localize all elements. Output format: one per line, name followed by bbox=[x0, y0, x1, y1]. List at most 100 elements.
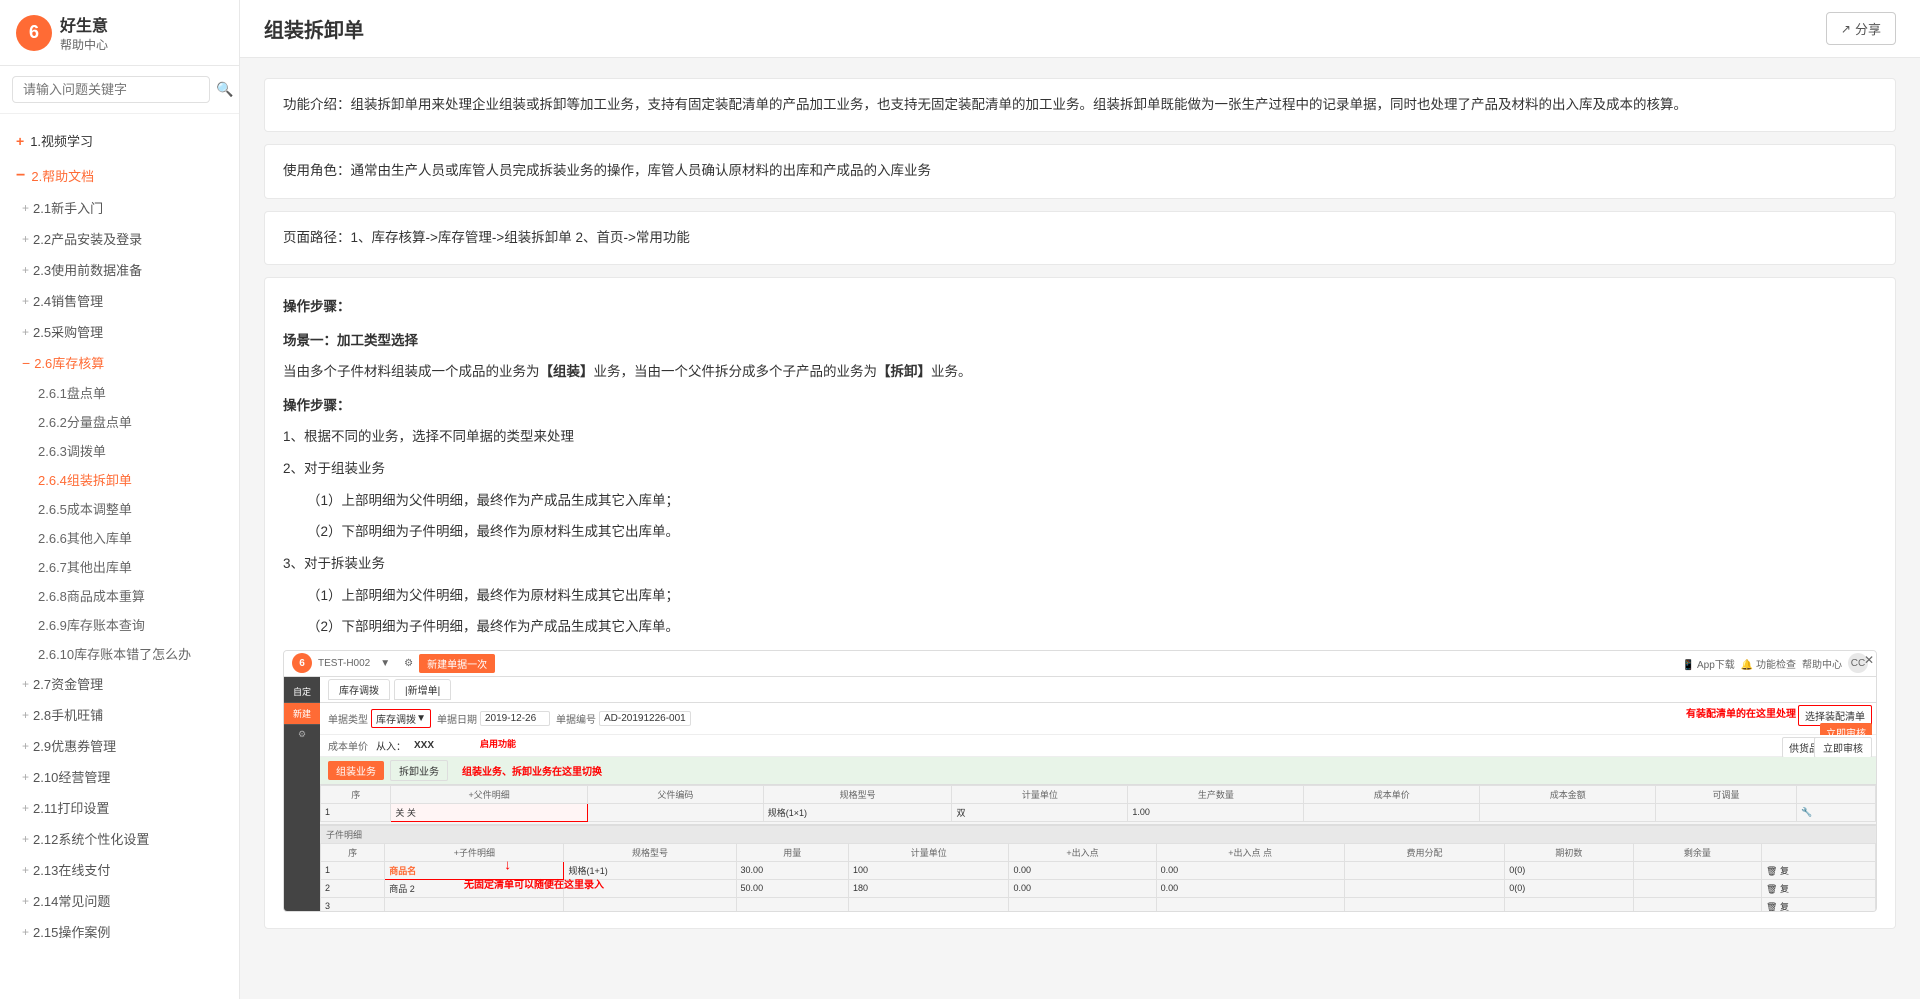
sidebar-item-stock-error[interactable]: 2.6.10库存账本错了怎么办 bbox=[0, 639, 239, 668]
mock-close-btn[interactable]: ✕ bbox=[1864, 653, 1874, 667]
nav-sub-2-4: + 2.4销售管理 bbox=[0, 285, 239, 316]
mock-sub-table: 序 +子件明细 规格型号 用量 计量单位 +出入点 +出入点 点 bbox=[320, 843, 1876, 911]
plus-icon-2-7: + bbox=[22, 677, 29, 691]
app-title: 好生意 bbox=[60, 12, 108, 36]
section-2-label: 2.帮助文档 bbox=[31, 166, 94, 185]
mock-app-name: TEST-H002 bbox=[318, 658, 370, 669]
path-text: 页面路径：1、库存核算->库存管理->组装拆卸单 2、首页->常用功能 bbox=[283, 230, 690, 245]
step-3-2: （2）下部明细为子件明细，最终作为产成品生成其它入库单。 bbox=[283, 614, 1877, 640]
plus-icon-2-2: + bbox=[22, 232, 29, 246]
nav-sub-2-5: + 2.5采购管理 bbox=[0, 316, 239, 347]
sidebar-item-purchase[interactable]: + 2.5采购管理 bbox=[0, 316, 239, 347]
sidebar-item-coupon[interactable]: + 2.9优惠券管理 bbox=[0, 730, 239, 761]
content-area: 功能介绍：组装拆卸单用来处理企业组装或拆卸等加工业务，支持有固定装配清单的产品加… bbox=[240, 58, 1920, 999]
sidebar-item-mobile[interactable]: + 2.8手机旺铺 bbox=[0, 699, 239, 730]
sidebar-item-print[interactable]: + 2.11打印设置 bbox=[0, 792, 239, 823]
sidebar-item-management[interactable]: + 2.10经营管理 bbox=[0, 761, 239, 792]
sidebar-item-install[interactable]: + 2.2产品安装及登录 bbox=[0, 223, 239, 254]
step-2-1: （1）上部明细为父件明细，最终作为产成品生成其它入库单； bbox=[283, 488, 1877, 514]
search-bar: 🔍 bbox=[0, 66, 239, 114]
sidebar-item-cases[interactable]: + 2.15操作案例 bbox=[0, 916, 239, 947]
nav-sub-2-14: + 2.14常见问题 bbox=[0, 885, 239, 916]
nav-sub-2-2: + 2.2产品安装及登录 bbox=[0, 223, 239, 254]
nav-sub-2-6: − 2.6库存核算 2.6.1盘点单 2.6.2分量盘点单 2.6.3调拨单 2… bbox=[0, 347, 239, 668]
mock-date-input[interactable]: 2019-12-26 bbox=[480, 711, 550, 726]
mock-disassembly-btn[interactable]: 拆卸业务 bbox=[390, 760, 448, 781]
sidebar-item-stock-book[interactable]: 2.6.9库存账本查询 bbox=[0, 610, 239, 639]
plus-icon-2-8: + bbox=[22, 708, 29, 722]
sidebar-item-inventory[interactable]: − 2.6库存核算 bbox=[0, 347, 239, 378]
nav-sub-2-9: + 2.9优惠券管理 bbox=[0, 730, 239, 761]
plus-icon-2-4: + bbox=[22, 294, 29, 308]
sidebar-item-stocktake[interactable]: 2.6.1盘点单 bbox=[0, 378, 239, 407]
top-bar: 组装拆卸单 ↗ 分享 bbox=[240, 0, 1920, 58]
search-icon[interactable]: 🔍 bbox=[216, 81, 233, 98]
sidebar-item-other-out[interactable]: 2.6.7其他出库单 bbox=[0, 552, 239, 581]
mock-table: 序 +父件明细 父件编码 规格型号 计量单位 生产数量 成本单价 bbox=[320, 785, 1876, 822]
sidebar-item-videos[interactable]: + 1.视频学习 bbox=[0, 124, 239, 157]
intro-text: 功能介绍：组装拆卸单用来处理企业组装或拆卸等加工业务，支持有固定装配清单的产品加… bbox=[283, 97, 1687, 112]
mock-bill-no-input[interactable]: AD-20191226-001 bbox=[599, 711, 691, 726]
nav-sub-2-3: + 2.3使用前数据准备 bbox=[0, 254, 239, 285]
sidebar: 6 好生意 帮助中心 🔍 + 1.视频学习 − 2.帮助文档 bbox=[0, 0, 240, 999]
search-input[interactable] bbox=[12, 76, 210, 103]
expand-icon-1: + bbox=[16, 133, 24, 149]
mock-save-btn[interactable]: 立即审核 bbox=[1814, 737, 1872, 758]
sidebar-item-personalize[interactable]: + 2.12系统个性化设置 bbox=[0, 823, 239, 854]
nav-sub-2-10: + 2.10经营管理 bbox=[0, 761, 239, 792]
sidebar-item-data-prep[interactable]: + 2.3使用前数据准备 bbox=[0, 254, 239, 285]
plus-icon-2-5: + bbox=[22, 325, 29, 339]
sidebar-item-faq[interactable]: + 2.14常见问题 bbox=[0, 885, 239, 916]
sidebar-item-cost-adjust[interactable]: 2.6.5成本调整单 bbox=[0, 494, 239, 523]
sidebar-item-help-docs[interactable]: − 2.帮助文档 bbox=[0, 159, 239, 192]
sidebar-item-assembly[interactable]: 2.6.4组装拆卸单 bbox=[0, 465, 239, 494]
app-logo: 6 bbox=[16, 15, 52, 51]
screenshot-inner: 6 TEST-H002 ▼ ⚙ 新建单据一次 📱 App下载 🔔 功能检查 帮助… bbox=[284, 651, 1876, 911]
step-1: 1、根据不同的业务，选择不同单据的类型来处理 bbox=[283, 424, 1877, 450]
steps-title: 操作步骤： bbox=[283, 294, 1877, 320]
nav-sub-2-12: + 2.12系统个性化设置 bbox=[0, 823, 239, 854]
plus-icon-2-3: + bbox=[22, 263, 29, 277]
role-text: 使用角色：通常由生产人员或库管人员完成拆装业务的操作，库管人员确认原材料的出库和… bbox=[283, 163, 931, 178]
sidebar-item-beginner[interactable]: + 2.1新手入门 bbox=[0, 192, 239, 223]
mock-assembly-btn[interactable]: 组装业务 bbox=[328, 761, 384, 780]
sidebar-item-partial-stocktake[interactable]: 2.6.2分量盘点单 bbox=[0, 407, 239, 436]
sidebar-item-other-in[interactable]: 2.6.6其他入库单 bbox=[0, 523, 239, 552]
nav-section-1: + 1.视频学习 bbox=[0, 124, 239, 157]
intro-block: 功能介绍：组装拆卸单用来处理企业组装或拆卸等加工业务，支持有固定装配清单的产品加… bbox=[264, 78, 1896, 132]
nav-sub-2-7: + 2.7资金管理 bbox=[0, 668, 239, 699]
sidebar-item-transfer[interactable]: 2.6.3调拨单 bbox=[0, 436, 239, 465]
nav-section-2: − 2.帮助文档 + 2.1新手入门 + 2.2产品安装及登录 bbox=[0, 159, 239, 947]
section-2-children: + 2.1新手入门 + 2.2产品安装及登录 + 2.3使用前数据准备 bbox=[0, 192, 239, 947]
plus-icon-2-12: + bbox=[22, 832, 29, 846]
nav-sub-2-8: + 2.8手机旺铺 bbox=[0, 699, 239, 730]
sidebar-item-payment[interactable]: + 2.13在线支付 bbox=[0, 854, 239, 885]
plus-icon-2-14: + bbox=[22, 894, 29, 908]
mock-tab-new[interactable]: |新增单| bbox=[394, 679, 451, 700]
annotation-switch: 组装业务、拆卸业务在这里切换 bbox=[462, 763, 602, 778]
nav-sub-2-13: + 2.13在线支付 bbox=[0, 854, 239, 885]
plus-icon-2-15: + bbox=[22, 925, 29, 939]
expand-icon-2: − bbox=[16, 167, 25, 185]
mock-sidebar: 自定 新建 ⚙ bbox=[284, 677, 320, 911]
plus-icon-2-11: + bbox=[22, 801, 29, 815]
plus-icon-2-10: + bbox=[22, 770, 29, 784]
nav-tree: + 1.视频学习 − 2.帮助文档 + 2.1新手入门 + bbox=[0, 114, 239, 999]
mock-new-bill-btn[interactable]: 新建单据一次 bbox=[419, 654, 495, 673]
sidebar-item-sales[interactable]: + 2.4销售管理 bbox=[0, 285, 239, 316]
mock-tab-list[interactable]: 库存调拨 bbox=[328, 679, 390, 700]
app-subtitle: 帮助中心 bbox=[60, 36, 108, 53]
share-button[interactable]: ↗ 分享 bbox=[1826, 12, 1896, 45]
section-1-label: 1.视频学习 bbox=[30, 131, 93, 150]
sidebar-item-finance[interactable]: + 2.7资金管理 bbox=[0, 668, 239, 699]
page-title: 组装拆卸单 bbox=[264, 14, 364, 43]
role-block: 使用角色：通常由生产人员或库管人员完成拆装业务的操作，库管人员确认原材料的出库和… bbox=[264, 144, 1896, 198]
plus-icon-2-1: + bbox=[22, 201, 29, 215]
section-2-6-items: 2.6.1盘点单 2.6.2分量盘点单 2.6.3调拨单 2.6.4组装拆卸单 … bbox=[0, 378, 239, 668]
nav-sub-2-1: + 2.1新手入门 bbox=[0, 192, 239, 223]
ops-title: 操作步骤： bbox=[283, 393, 1877, 419]
plus-icon-2-9: + bbox=[22, 739, 29, 753]
sidebar-item-cost-recalc[interactable]: 2.6.8商品成本重算 bbox=[0, 581, 239, 610]
mock-bill-type-input[interactable]: 库存调拨▼ bbox=[371, 709, 431, 728]
screenshot-container: 6 TEST-H002 ▼ ⚙ 新建单据一次 📱 App下载 🔔 功能检查 帮助… bbox=[283, 650, 1877, 912]
